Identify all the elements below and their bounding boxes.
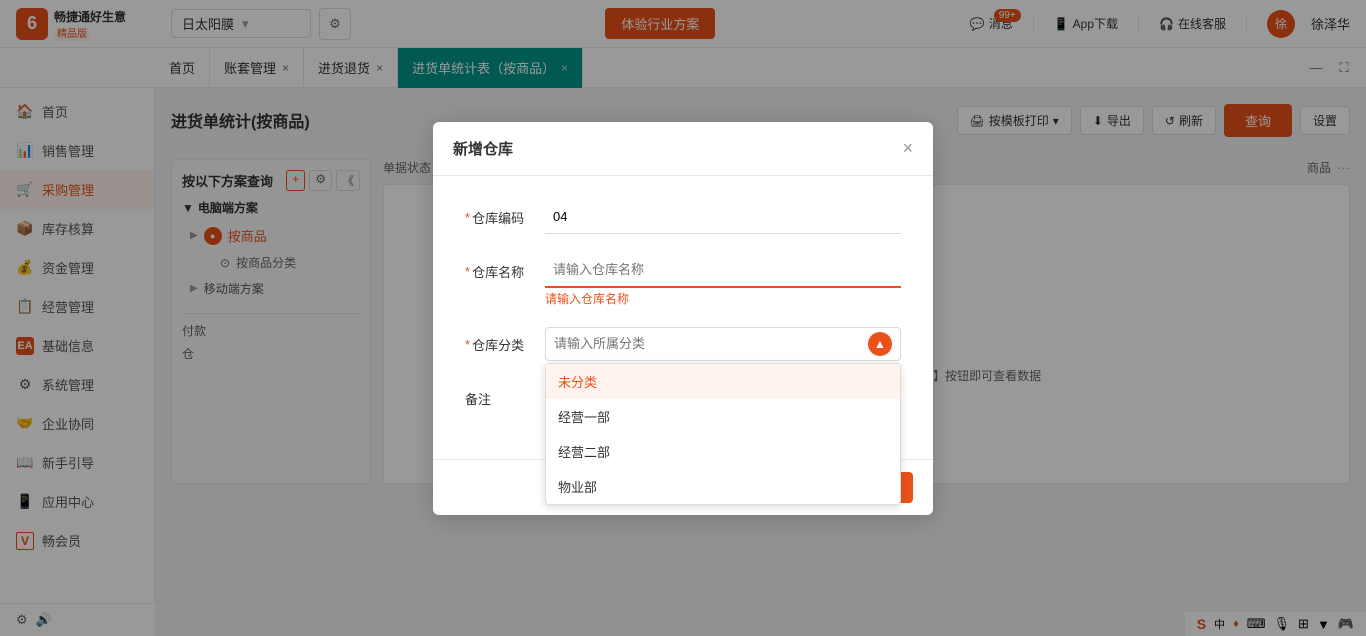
code-label-text: 仓库编码: [472, 208, 524, 227]
modal-overlay: 新增仓库 × * 仓库编码 * 仓库名称: [0, 0, 1366, 636]
name-control: 请输入仓库名称: [545, 254, 901, 307]
dropdown-item-0[interactable]: 未分类: [546, 364, 900, 399]
dropdown-item-2[interactable]: 经营二部: [546, 434, 900, 469]
form-row-code: * 仓库编码: [465, 200, 901, 234]
category-label-text: 仓库分类: [472, 335, 524, 354]
modal-title: 新增仓库: [453, 138, 513, 159]
dropdown-item-1[interactable]: 经营一部: [546, 399, 900, 434]
code-label: * 仓库编码: [465, 200, 545, 227]
modal-body: * 仓库编码 * 仓库名称 请输入仓库名称: [433, 176, 933, 459]
name-input[interactable]: [545, 254, 901, 288]
category-label: * 仓库分类: [465, 327, 545, 354]
code-input[interactable]: [545, 200, 901, 234]
category-select[interactable]: ▲: [545, 327, 901, 361]
category-dropdown: 未分类 经营一部 经营二部 物业部: [545, 363, 901, 505]
category-control: ▲ 未分类 经营一部 经营二部 物业部: [545, 327, 901, 361]
name-label: * 仓库名称: [465, 254, 545, 281]
name-required: *: [465, 264, 470, 279]
name-label-text: 仓库名称: [472, 262, 524, 281]
name-error-msg: 请输入仓库名称: [545, 290, 901, 307]
modal-header: 新增仓库 ×: [433, 122, 933, 176]
category-required: *: [465, 337, 470, 352]
code-required: *: [465, 210, 470, 225]
code-control: [545, 200, 901, 234]
dropdown-item-3[interactable]: 物业部: [546, 469, 900, 504]
note-label: 备注: [465, 381, 545, 408]
form-row-category: * 仓库分类 ▲ 未分类 经营一部 经营二部 物业部: [465, 327, 901, 361]
new-warehouse-modal: 新增仓库 × * 仓库编码 * 仓库名称: [433, 122, 933, 515]
modal-close-btn[interactable]: ×: [902, 138, 913, 159]
note-label-text: 备注: [465, 389, 491, 408]
category-arrow-btn[interactable]: ▲: [868, 332, 892, 356]
form-row-name: * 仓库名称 请输入仓库名称: [465, 254, 901, 307]
category-input[interactable]: [554, 328, 868, 360]
